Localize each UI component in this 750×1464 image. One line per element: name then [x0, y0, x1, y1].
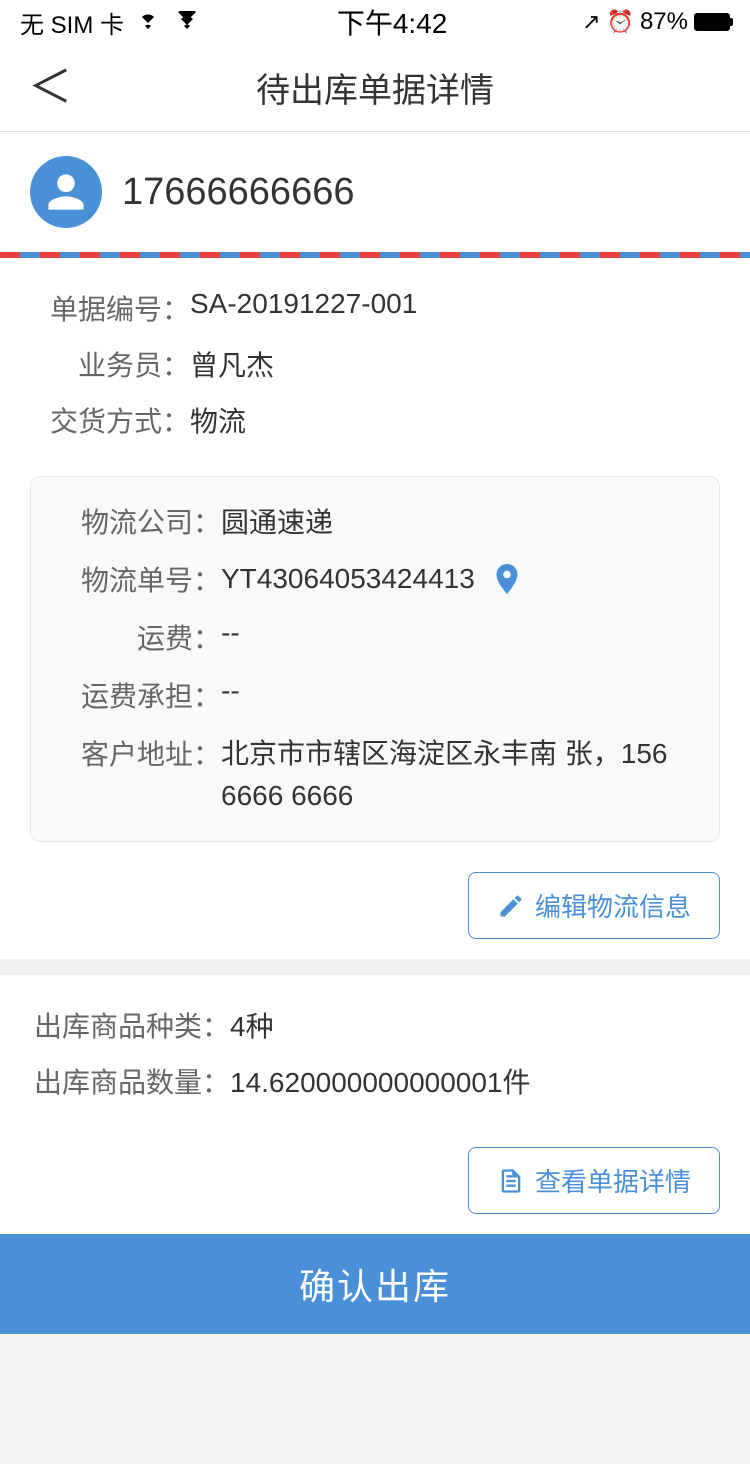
logistics-tracking-row: 物流单号： YT43064053424413	[61, 559, 689, 599]
carrier-label: 无 SIM 卡	[20, 5, 124, 40]
delivery-row: 交货方式： 物流	[30, 400, 720, 440]
order-info-section: 单据编号： SA-20191227-001 业务员： 曾凡杰 交货方式： 物流	[0, 258, 750, 476]
logistics-tracking-label: 物流单号：	[61, 559, 221, 599]
freight-bearer-row: 运费承担： --	[61, 675, 689, 715]
sales-rep-row: 业务员： 曾凡杰	[30, 344, 720, 384]
logistics-company-value: 圆通速递	[221, 501, 689, 541]
alarm-icon: ⏰	[607, 9, 634, 35]
page-title: 待出库单据详情	[256, 63, 494, 112]
stock-types-label: 出库商品种类：	[30, 1005, 230, 1045]
doc-number-label: 单据编号：	[30, 288, 190, 328]
detail-btn-wrap: 查看单据详情	[0, 1137, 750, 1244]
customer-header: 17666666666	[0, 132, 750, 252]
stock-quantity-value: 14.620000000000001件	[230, 1061, 720, 1101]
freight-row: 运费： --	[61, 617, 689, 657]
address-value: 北京市市辖区海淀区永丰南 张，156 6666 6666	[221, 733, 689, 817]
wifi-icon	[132, 11, 164, 33]
sales-rep-label: 业务员：	[30, 344, 190, 384]
avatar	[30, 156, 102, 228]
section-divider-1	[0, 959, 750, 975]
battery-percent: 87%	[640, 8, 688, 36]
main-content: 17666666666 单据编号： SA-20191227-001 业务员： 曾…	[0, 132, 750, 959]
address-label: 客户地址：	[61, 733, 221, 773]
battery-icon	[694, 13, 730, 31]
edit-btn-wrap: 编辑物流信息	[0, 862, 750, 959]
logistics-company-row: 物流公司： 圆通速递	[61, 501, 689, 541]
document-icon	[497, 1167, 525, 1195]
sales-rep-value: 曾凡杰	[190, 344, 720, 384]
status-left: 无 SIM 卡	[20, 5, 202, 40]
confirm-button[interactable]: 确认出库	[299, 1258, 451, 1310]
freight-value: --	[221, 617, 689, 649]
stock-types-value: 4种	[230, 1005, 720, 1045]
doc-number-row: 单据编号： SA-20191227-001	[30, 288, 720, 328]
freight-bearer-value: --	[221, 675, 689, 707]
confirm-btn-wrap[interactable]: 确认出库	[0, 1234, 750, 1334]
stock-types-row: 出库商品种类： 4种	[30, 1005, 720, 1045]
edit-logistics-button[interactable]: 编辑物流信息	[468, 872, 720, 939]
status-bar: 无 SIM 卡 下午4:42 ↗ ⏰ 87%	[0, 0, 750, 44]
location-arrow-icon: ↗	[582, 9, 600, 35]
stock-info-section: 出库商品种类： 4种 出库商品数量： 14.620000000000001件	[0, 975, 750, 1137]
nav-bar: ＜ 待出库单据详情	[0, 44, 750, 132]
customer-phone: 17666666666	[122, 171, 354, 214]
wifi-signal-icon	[172, 11, 202, 33]
edit-icon	[497, 892, 525, 920]
stock-quantity-label: 出库商品数量：	[30, 1061, 230, 1101]
tracking-location-icon[interactable]	[487, 559, 527, 599]
delivery-value: 物流	[190, 400, 720, 440]
map-pin-icon	[489, 561, 525, 597]
user-icon	[44, 170, 88, 214]
logistics-tracking-value: YT43064053424413	[221, 559, 689, 599]
status-time: 下午4:42	[337, 2, 448, 42]
freight-label: 运费：	[61, 617, 221, 657]
doc-number-value: SA-20191227-001	[190, 288, 720, 320]
delivery-label: 交货方式：	[30, 400, 190, 440]
freight-bearer-label: 运费承担：	[61, 675, 221, 715]
back-button[interactable]: ＜	[28, 66, 72, 110]
view-detail-button[interactable]: 查看单据详情	[468, 1147, 720, 1214]
status-right: ↗ ⏰ 87%	[582, 8, 730, 36]
logistics-company-label: 物流公司：	[61, 501, 221, 541]
address-row: 客户地址： 北京市市辖区海淀区永丰南 张，156 6666 6666	[61, 733, 689, 817]
logistics-card: 物流公司： 圆通速递 物流单号： YT43064053424413 运费： --…	[30, 476, 720, 842]
stock-quantity-row: 出库商品数量： 14.620000000000001件	[30, 1061, 720, 1101]
